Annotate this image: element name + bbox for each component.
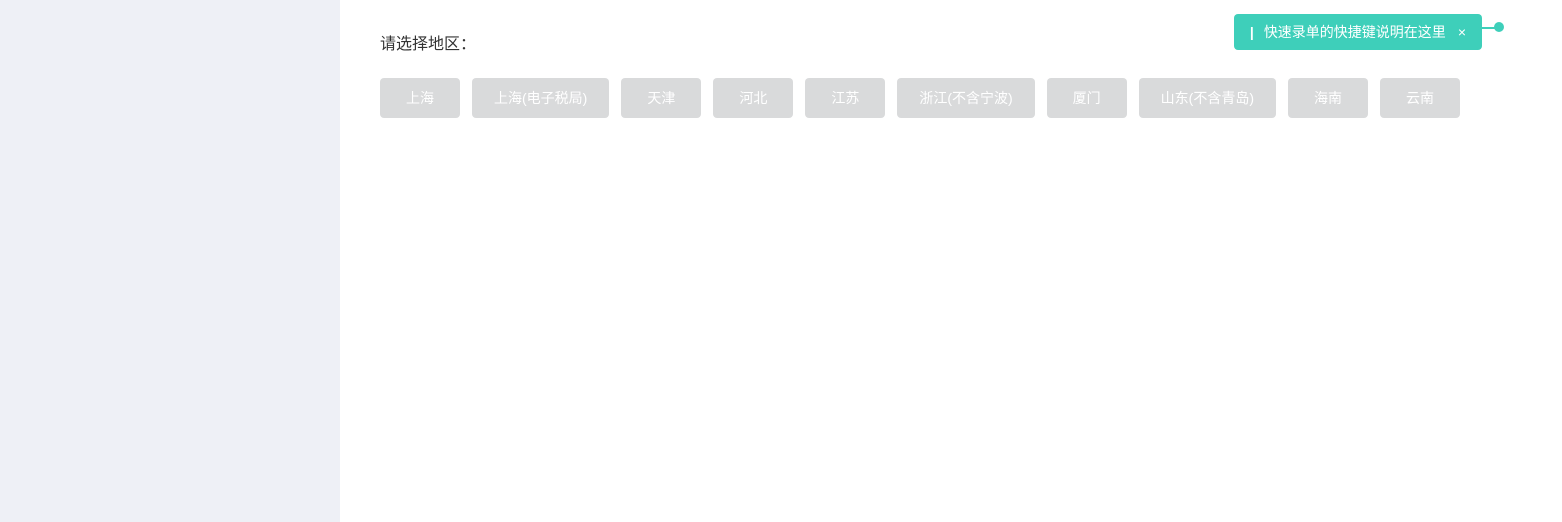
region-btn-shanghai-etax[interactable]: 上海(电子税局): [472, 78, 609, 118]
region-btn-hainan[interactable]: 海南: [1288, 78, 1368, 118]
tooltip-banner: 快速录单的快捷键说明在这里 ×: [1234, 14, 1482, 50]
region-btn-yunnan[interactable]: 云南: [1380, 78, 1460, 118]
left-sidebar: [0, 0, 340, 522]
region-btn-tianjin[interactable]: 天津: [621, 78, 701, 118]
region-btn-shandong[interactable]: 山东(不含青岛): [1139, 78, 1276, 118]
region-buttons: 上海上海(电子税局) 天津河北江苏浙江(不含宁波) 厦门山东(不含青岛) 海南云南: [380, 78, 1522, 118]
region-btn-zhejiang[interactable]: 浙江(不含宁波): [897, 78, 1034, 118]
tooltip-close-button[interactable]: ×: [1458, 24, 1466, 40]
region-btn-shanghai[interactable]: 上海: [380, 78, 460, 118]
region-btn-hebei[interactable]: 河北: [713, 78, 793, 118]
region-btn-xiamen[interactable]: 厦门: [1047, 78, 1127, 118]
main-content: 请选择地区： 上海上海(电子税局)天津河北江苏浙江(不含宁波)厦门山东(不含青岛…: [340, 0, 1562, 522]
region-btn-jiangsu[interactable]: 江苏: [805, 78, 885, 118]
tooltip-text: 快速录单的快捷键说明在这里: [1264, 22, 1446, 42]
tooltip-connector-dot: [1494, 22, 1504, 32]
